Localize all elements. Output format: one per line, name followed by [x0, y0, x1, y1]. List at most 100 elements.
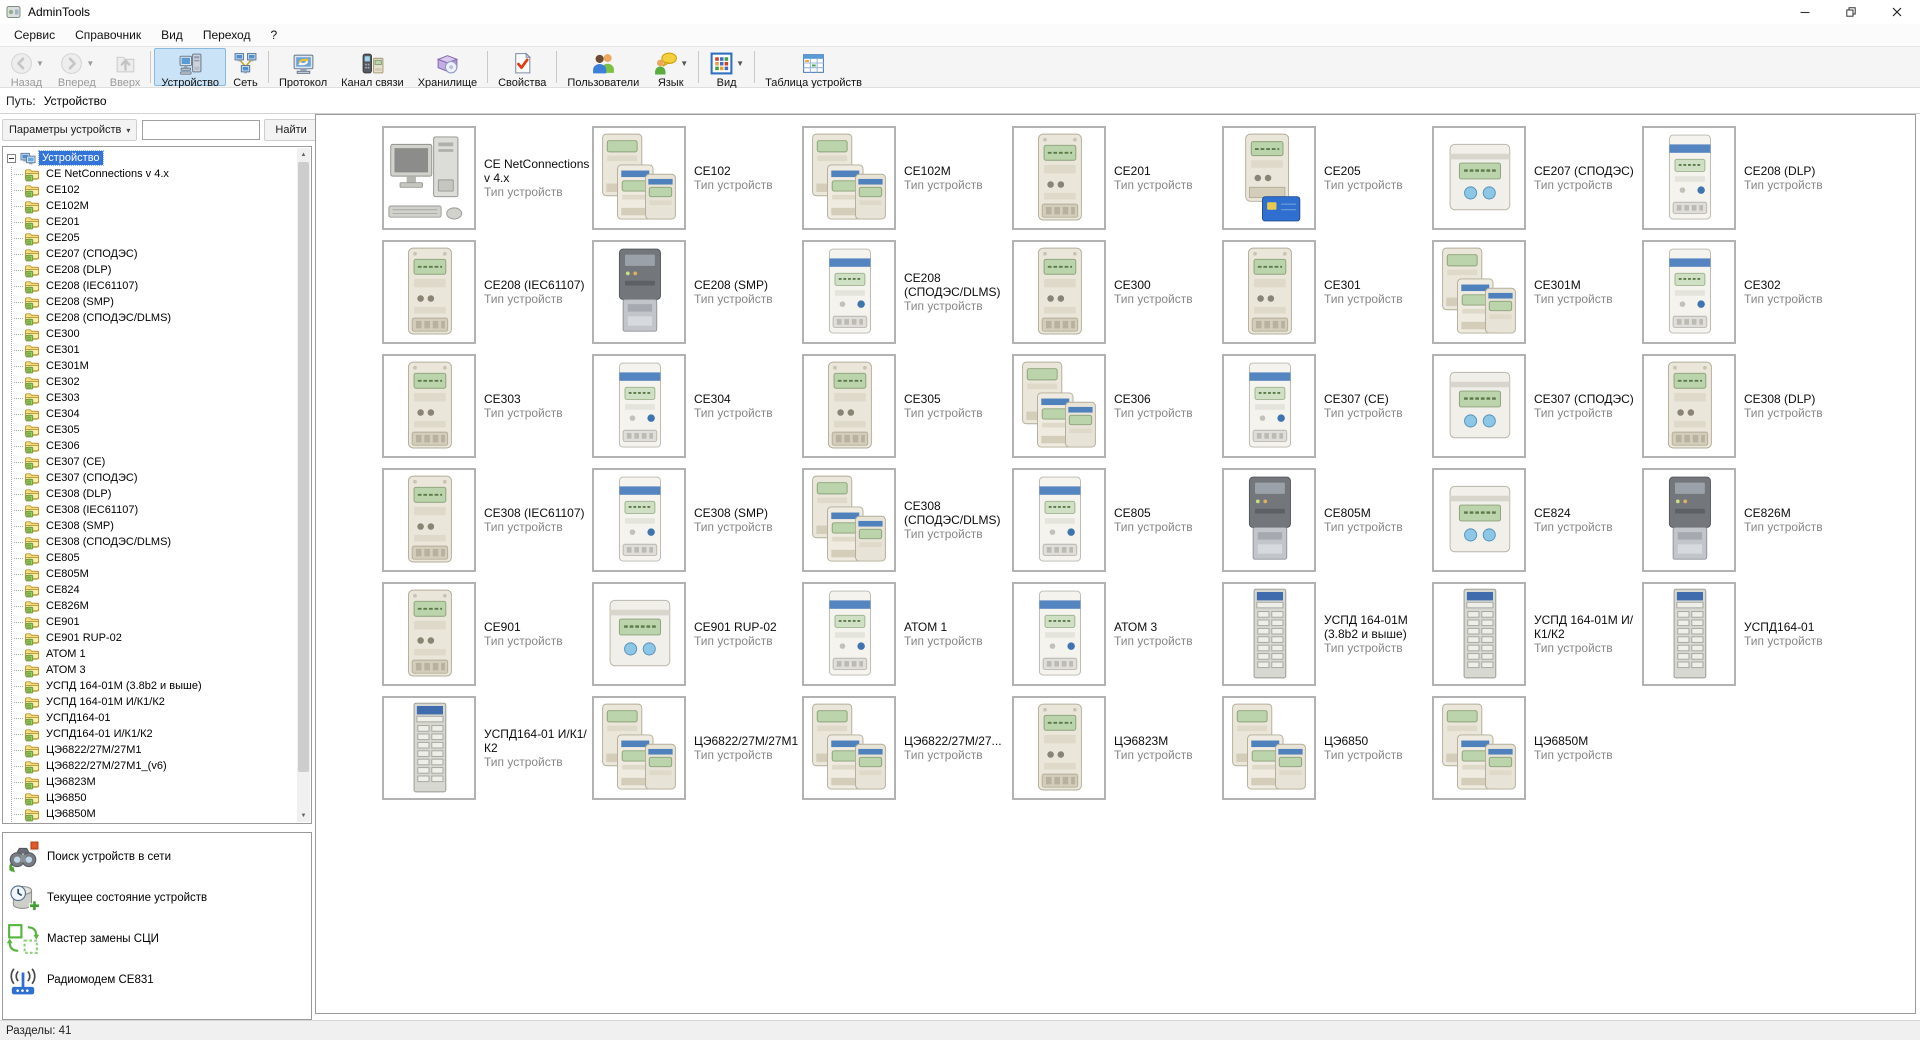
toolbar-button[interactable]: ▼ Вид [702, 48, 751, 89]
device-card[interactable]: CE307 (СПОДЭС) Тип устройств [1432, 349, 1642, 463]
menu-item[interactable]: Справочник [65, 25, 151, 45]
tree-item[interactable]: CE308 (SMP) [5, 518, 311, 534]
device-card[interactable]: CE301 Тип устройств [1222, 235, 1432, 349]
device-card[interactable]: ЦЭ6822/27М/27М1 Тип устройств [592, 691, 802, 805]
scroll-thumb[interactable] [298, 162, 309, 772]
tree-item[interactable]: CE301 [5, 342, 311, 358]
device-card[interactable]: CE207 (СПОДЭС) Тип устройств [1432, 121, 1642, 235]
tree-item[interactable]: CE207 (СПОДЭС) [5, 246, 311, 262]
tree-item[interactable]: УСПД 164-01М (3.8b2 и выше) [5, 678, 311, 694]
device-card[interactable]: CE208 (СПОДЭС/DLMS) Тип устройств [802, 235, 1012, 349]
minimize-button[interactable] [1782, 0, 1828, 24]
tree-item[interactable]: CE208 (IEC61107) [5, 278, 311, 294]
tree-item[interactable]: CE208 (SMP) [5, 294, 311, 310]
device-card[interactable]: CE208 (DLP) Тип устройств [1642, 121, 1852, 235]
tree-item[interactable]: ЦЭ6822/27М/27М1 [5, 742, 311, 758]
action-item[interactable]: Поиск устройств в сети [7, 841, 307, 873]
toolbar-button[interactable]: Вверх [103, 48, 148, 89]
toolbar-button[interactable]: Устройство [154, 48, 226, 89]
device-card[interactable]: CE302 Тип устройств [1642, 235, 1852, 349]
tree-item[interactable]: CE201 [5, 214, 311, 230]
tree-item[interactable]: CE102 [5, 182, 311, 198]
action-item[interactable]: Радиомодем CE831 [7, 964, 307, 996]
menu-item[interactable]: ? [260, 25, 287, 45]
tree-scrollbar[interactable]: ▲ ▼ [297, 148, 310, 822]
device-card[interactable]: CE805M Тип устройств [1222, 463, 1432, 577]
action-item[interactable]: Мастер замены СЦИ [7, 923, 307, 955]
tree-item[interactable]: CE307 (CE) [5, 454, 311, 470]
action-item[interactable]: Текущее состояние устройств [7, 882, 307, 914]
toolbar-button[interactable]: Хранилище [411, 48, 484, 89]
tree-item[interactable]: CE304 [5, 406, 311, 422]
device-card[interactable]: УСПД 164-01М (3.8b2 и выше) Тип устройств [1222, 577, 1432, 691]
device-card[interactable]: CE308 (IEC61107) Тип устройств [382, 463, 592, 577]
device-card[interactable]: УСПД164-01 Тип устройств [1642, 577, 1852, 691]
menu-item[interactable]: Сервис [4, 25, 65, 45]
toolbar-button[interactable]: Протокол [272, 48, 334, 89]
device-params-dropdown[interactable]: Параметры устройств ▾ [2, 119, 138, 141]
toolbar-button[interactable]: Пользователи [560, 48, 646, 89]
device-card[interactable]: УСПД 164-01М И/К1/К2 Тип устройств [1432, 577, 1642, 691]
device-card[interactable]: CE NetConnections v 4.x Тип устройств [382, 121, 592, 235]
tree-item[interactable]: CE102M [5, 198, 311, 214]
toolbar-button[interactable]: Свойства [491, 48, 553, 89]
device-card[interactable]: ЦЭ6850М Тип устройств [1432, 691, 1642, 805]
tree-item[interactable]: CE208 (DLP) [5, 262, 311, 278]
scroll-down-arrow[interactable]: ▼ [297, 809, 310, 822]
device-card[interactable]: CE201 Тип устройств [1012, 121, 1222, 235]
tree-item[interactable]: CE301M [5, 358, 311, 374]
tree-item[interactable]: ЦЭ6823М [5, 774, 311, 790]
device-card[interactable]: CE102M Тип устройств [802, 121, 1012, 235]
tree-item[interactable]: CE308 (СПОДЭС/DLMS) [5, 534, 311, 550]
device-card[interactable]: CE208 (SMP) Тип устройств [592, 235, 802, 349]
tree-item[interactable]: CE NetConnections v 4.x [5, 166, 311, 182]
device-card[interactable]: CE303 Тип устройств [382, 349, 592, 463]
toolbar-button[interactable]: ▼ Назад [2, 48, 51, 89]
toolbar-button[interactable]: ▼ Язык [646, 48, 695, 89]
tree-item[interactable]: CE302 [5, 374, 311, 390]
device-card[interactable]: CE308 (СПОДЭС/DLMS) Тип устройств [802, 463, 1012, 577]
scroll-up-arrow[interactable]: ▲ [297, 148, 310, 161]
device-card[interactable]: ЦЭ6822/27М/27... Тип устройств [802, 691, 1012, 805]
tree-item[interactable]: ЦЭ6850 [5, 790, 311, 806]
menu-item[interactable]: Переход [193, 25, 261, 45]
tree-item[interactable]: CE901 [5, 614, 311, 630]
tree-item[interactable]: CE307 (СПОДЭС) [5, 470, 311, 486]
expand-toggle[interactable] [7, 153, 16, 163]
tree-item[interactable]: CE805 [5, 550, 311, 566]
toolbar-button[interactable]: Таблица устройств [758, 48, 869, 89]
tree-item[interactable]: CE824 [5, 582, 311, 598]
device-card[interactable]: CE304 Тип устройств [592, 349, 802, 463]
search-input[interactable] [142, 120, 261, 140]
tree-item[interactable]: УСПД 164-01М И/К1/К2 [5, 694, 311, 710]
device-card[interactable]: CE901 Тип устройств [382, 577, 592, 691]
tree-item[interactable]: CE306 [5, 438, 311, 454]
device-card[interactable]: CE308 (SMP) Тип устройств [592, 463, 802, 577]
device-card[interactable]: CE308 (DLP) Тип устройств [1642, 349, 1852, 463]
tree-item[interactable]: CE308 (IEC61107) [5, 502, 311, 518]
device-card[interactable]: АТОМ 1 Тип устройств [802, 577, 1012, 691]
tree-item[interactable]: CE303 [5, 390, 311, 406]
device-card[interactable]: АТОМ 3 Тип устройств [1012, 577, 1222, 691]
find-button[interactable]: Найти [264, 119, 318, 141]
tree-item[interactable]: CE826M [5, 598, 311, 614]
device-card[interactable]: CE102 Тип устройств [592, 121, 802, 235]
close-button[interactable] [1874, 0, 1920, 24]
device-card[interactable]: CE306 Тип устройств [1012, 349, 1222, 463]
device-card[interactable]: CE301M Тип устройств [1432, 235, 1642, 349]
toolbar-button[interactable]: Сеть [226, 48, 265, 89]
tree-item[interactable]: CE205 [5, 230, 311, 246]
tree-root-item[interactable]: Устройство [5, 150, 311, 166]
tree-item[interactable]: УСПД164-01 [5, 710, 311, 726]
tree-item[interactable]: CE308 (DLP) [5, 486, 311, 502]
device-card[interactable]: CE307 (CE) Тип устройств [1222, 349, 1432, 463]
tree-item[interactable]: CE901 RUP-02 [5, 630, 311, 646]
toolbar-button[interactable]: ▼ Вперед [51, 48, 103, 89]
restore-button[interactable] [1828, 0, 1874, 24]
device-card[interactable]: CE205 Тип устройств [1222, 121, 1432, 235]
tree-item[interactable]: АТОМ 3 [5, 662, 311, 678]
device-card[interactable]: CE208 (IEC61107) Тип устройств [382, 235, 592, 349]
device-card[interactable]: CE826M Тип устройств [1642, 463, 1852, 577]
device-card[interactable]: CE901 RUP-02 Тип устройств [592, 577, 802, 691]
device-card[interactable]: УСПД164-01 И/К1/К2 Тип устройств [382, 691, 592, 805]
